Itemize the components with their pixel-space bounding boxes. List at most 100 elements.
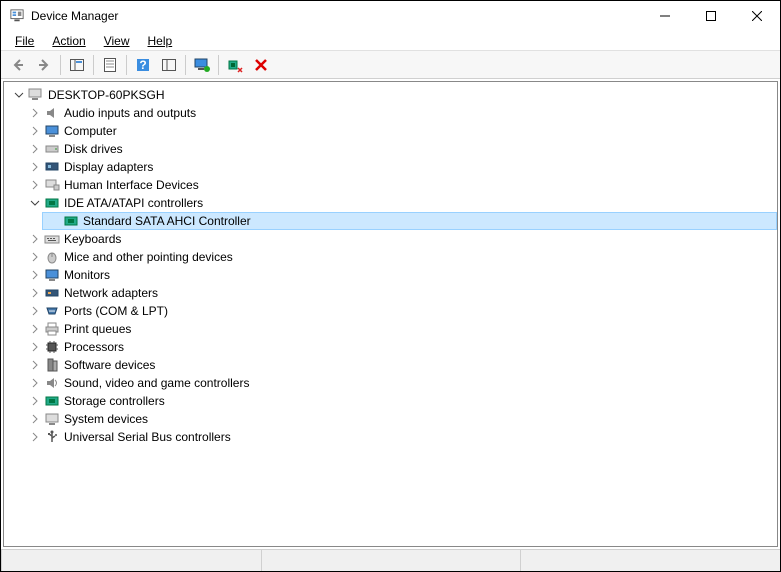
tree-node-audio[interactable]: Audio inputs and outputs — [24, 104, 777, 122]
menu-view[interactable]: View — [96, 32, 138, 50]
drive-icon — [44, 141, 60, 157]
tree-node-ports[interactable]: Ports (COM & LPT) — [24, 302, 777, 320]
tree-node-hid[interactable]: Human Interface Devices — [24, 176, 777, 194]
update-driver-button[interactable] — [190, 53, 214, 77]
menu-action-label: Action — [52, 34, 85, 48]
chevron-right-icon[interactable] — [28, 358, 42, 372]
chevron-right-icon[interactable] — [28, 286, 42, 300]
chevron-down-icon[interactable] — [12, 88, 26, 102]
toolbar-separator — [60, 55, 61, 75]
chevron-right-icon[interactable] — [28, 250, 42, 264]
controller-icon — [63, 213, 79, 229]
display-adapter-icon — [44, 159, 60, 175]
tree-node-sound[interactable]: Sound, video and game controllers — [24, 374, 777, 392]
chevron-right-icon[interactable] — [28, 412, 42, 426]
help-button[interactable]: ? — [131, 53, 155, 77]
toolbar-separator — [126, 55, 127, 75]
show-devices-button[interactable] — [157, 53, 181, 77]
panel-small-icon — [161, 57, 177, 73]
toolbar-separator — [185, 55, 186, 75]
menu-help[interactable]: Help — [140, 32, 181, 50]
chevron-right-icon[interactable] — [28, 304, 42, 318]
tree-node-network[interactable]: Network adapters — [24, 284, 777, 302]
status-cell — [520, 550, 780, 571]
help-icon: ? — [135, 57, 151, 73]
menu-view-label: View — [104, 34, 130, 48]
tree-node-computer[interactable]: Computer — [24, 122, 777, 140]
chevron-right-icon[interactable] — [28, 160, 42, 174]
back-button[interactable] — [6, 53, 30, 77]
chip-remove-icon — [227, 57, 243, 73]
arrow-left-icon — [10, 57, 26, 73]
toolbar: ? — [1, 51, 780, 79]
properties-button[interactable] — [98, 53, 122, 77]
port-icon — [44, 303, 60, 319]
chevron-down-icon[interactable] — [28, 196, 42, 210]
chevron-right-icon[interactable] — [28, 106, 42, 120]
tree-label: Keyboards — [64, 232, 121, 246]
tree-label: Disk drives — [64, 142, 123, 156]
tree-node-usb[interactable]: Universal Serial Bus controllers — [24, 428, 777, 446]
arrow-right-icon — [36, 57, 52, 73]
monitor-update-icon — [194, 57, 210, 73]
tree-node-system[interactable]: System devices — [24, 410, 777, 428]
monitor-icon — [44, 123, 60, 139]
tree-label: System devices — [64, 412, 148, 426]
printer-icon — [44, 321, 60, 337]
usb-icon — [44, 429, 60, 445]
tree-label: Universal Serial Bus controllers — [64, 430, 231, 444]
status-cell — [1, 550, 261, 571]
tree-label: Human Interface Devices — [64, 178, 199, 192]
tree-label: Print queues — [64, 322, 131, 336]
tree-label: IDE ATA/ATAPI controllers — [64, 196, 203, 210]
disable-device-button[interactable] — [249, 53, 273, 77]
chevron-right-icon[interactable] — [28, 268, 42, 282]
tree-node-keyboards[interactable]: Keyboards — [24, 230, 777, 248]
maximize-button[interactable] — [688, 1, 734, 31]
tree-node-disk[interactable]: Disk drives — [24, 140, 777, 158]
menu-file[interactable]: File — [7, 32, 42, 50]
tree-label: Processors — [64, 340, 124, 354]
speaker-icon — [44, 375, 60, 391]
tree-node-processors[interactable]: Processors — [24, 338, 777, 356]
toolbar-separator — [93, 55, 94, 75]
chevron-right-icon[interactable] — [28, 340, 42, 354]
chevron-right-icon[interactable] — [28, 394, 42, 408]
device-tree[interactable]: DESKTOP-60PKSGH Audio inputs and outputs… — [3, 81, 778, 547]
toolbar-separator — [218, 55, 219, 75]
keyboard-icon — [44, 231, 60, 247]
chevron-right-icon[interactable] — [28, 178, 42, 192]
minimize-button[interactable] — [642, 1, 688, 31]
tree-node-monitors[interactable]: Monitors — [24, 266, 777, 284]
tree-label: Display adapters — [64, 160, 153, 174]
close-button[interactable] — [734, 1, 780, 31]
tree-label: Sound, video and game controllers — [64, 376, 249, 390]
tree-label: Ports (COM & LPT) — [64, 304, 168, 318]
tree-node-display[interactable]: Display adapters — [24, 158, 777, 176]
chevron-right-icon[interactable] — [28, 430, 42, 444]
menu-action[interactable]: Action — [44, 32, 93, 50]
tree-root-label: DESKTOP-60PKSGH — [48, 88, 164, 102]
window-controls — [642, 1, 780, 31]
hid-icon — [44, 177, 60, 193]
menu-file-label: File — [15, 34, 34, 48]
tree-node-software[interactable]: Software devices — [24, 356, 777, 374]
properties-icon — [102, 57, 118, 73]
show-hide-tree-button[interactable] — [65, 53, 89, 77]
uninstall-device-button[interactable] — [223, 53, 247, 77]
chevron-right-icon[interactable] — [28, 232, 42, 246]
monitor-icon — [44, 267, 60, 283]
chevron-right-icon[interactable] — [28, 376, 42, 390]
network-icon — [44, 285, 60, 301]
tree-node-print[interactable]: Print queues — [24, 320, 777, 338]
tree-root[interactable]: DESKTOP-60PKSGH — [8, 86, 777, 104]
tree-node-mice[interactable]: Mice and other pointing devices — [24, 248, 777, 266]
tree-node-storage[interactable]: Storage controllers — [24, 392, 777, 410]
forward-button[interactable] — [32, 53, 56, 77]
tree-node-ide[interactable]: IDE ATA/ATAPI controllers — [24, 194, 777, 212]
chevron-right-icon[interactable] — [28, 142, 42, 156]
chevron-right-icon[interactable] — [28, 124, 42, 138]
chevron-right-icon[interactable] — [28, 322, 42, 336]
tree-label: Standard SATA AHCI Controller — [83, 214, 251, 228]
tree-node-ide-child[interactable]: Standard SATA AHCI Controller — [42, 212, 777, 230]
